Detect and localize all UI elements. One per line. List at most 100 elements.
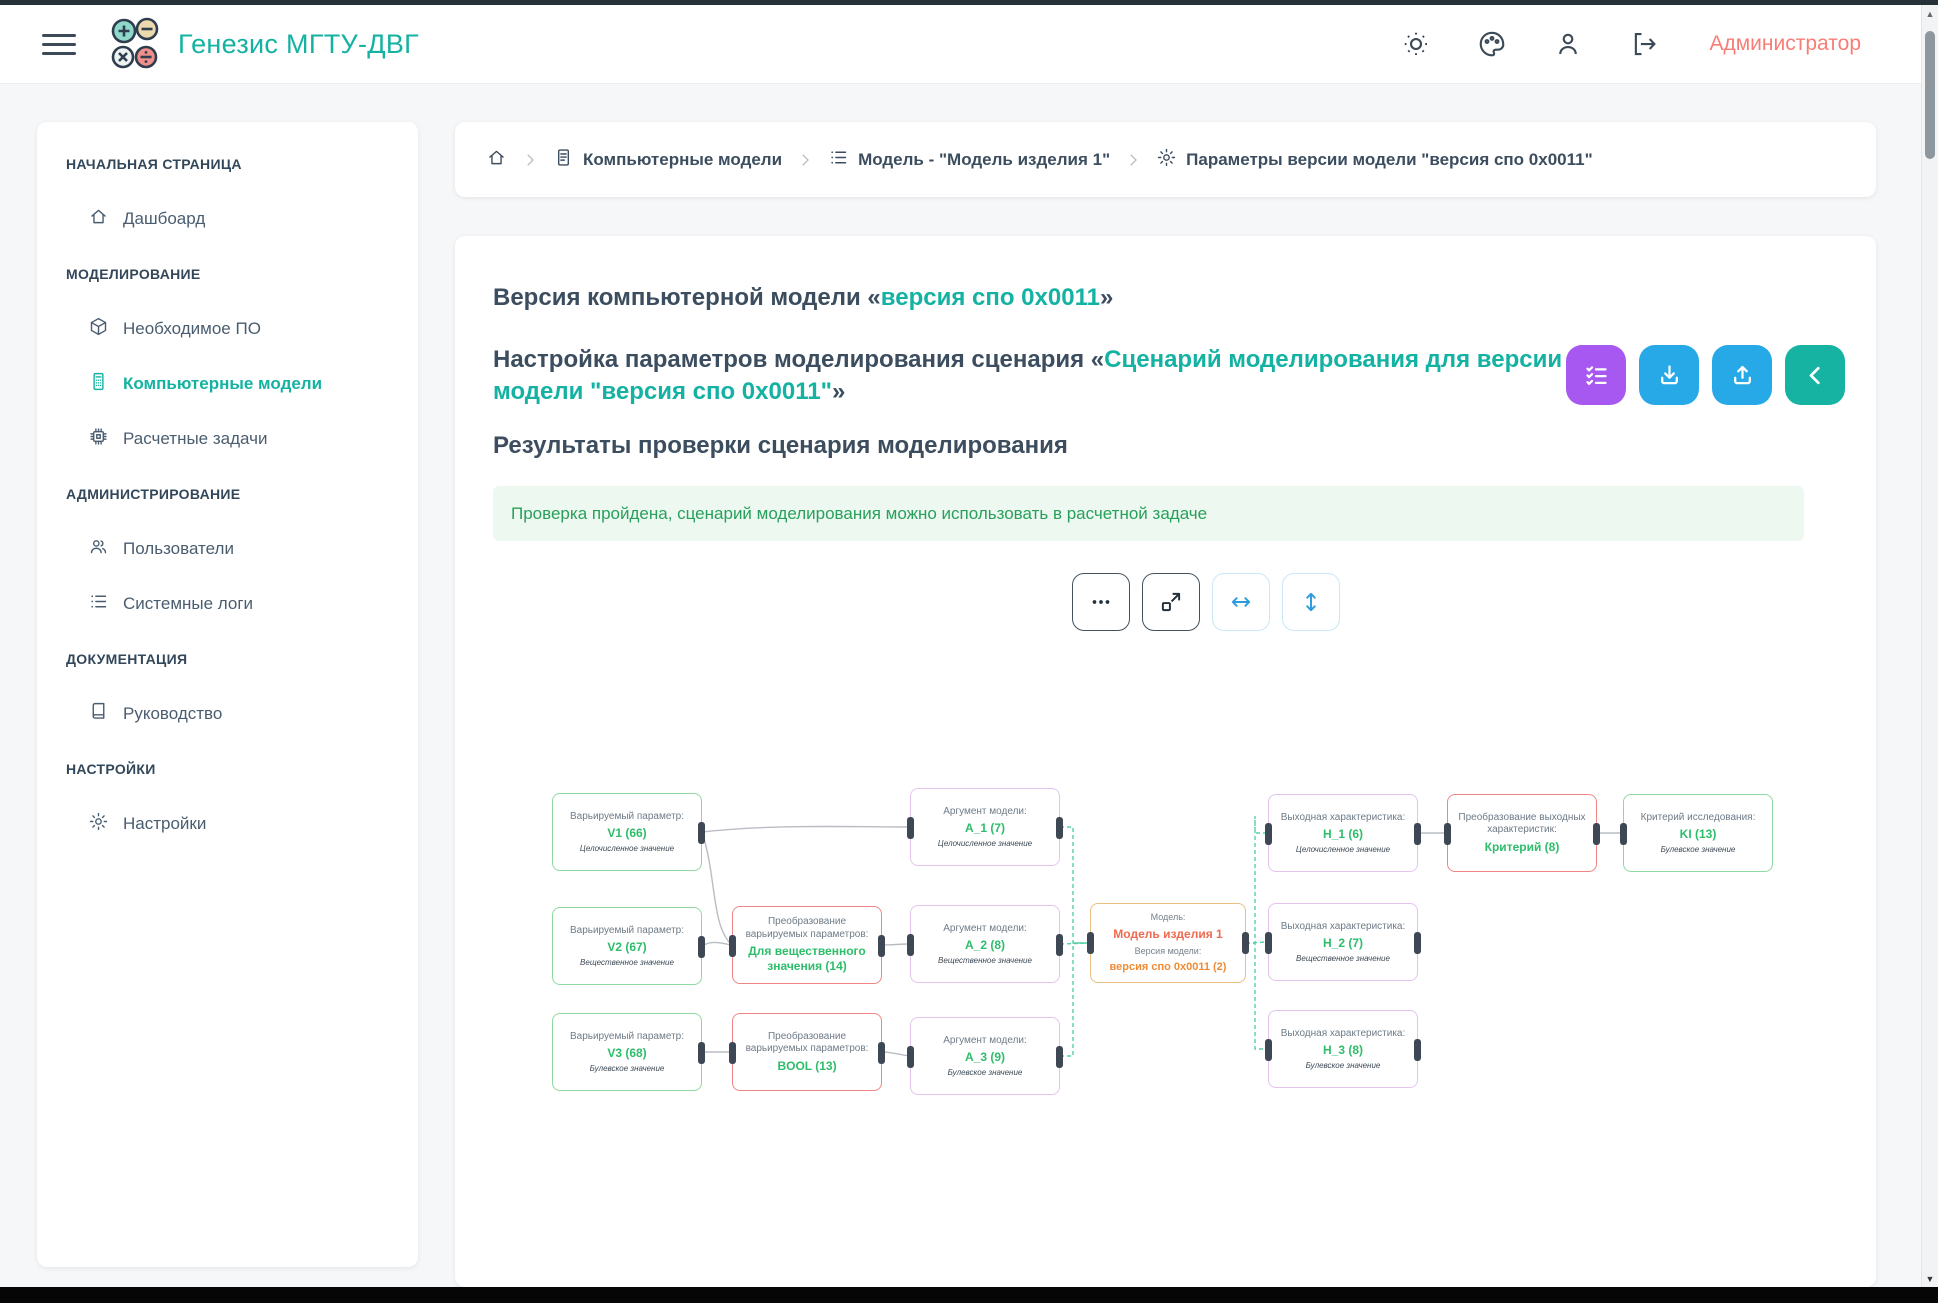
output-handle[interactable] — [698, 936, 705, 958]
output-handle[interactable] — [1242, 932, 1249, 954]
diagram-node-t1[interactable]: Преобразование варьируемых параметров: Дл… — [729, 906, 885, 984]
edge-t1-a2 — [881, 943, 911, 946]
output-handle[interactable] — [878, 1042, 885, 1064]
node-title: Преобразование выходных характеристик: — [1458, 811, 1586, 836]
scrollbar-thumb[interactable] — [1925, 31, 1935, 159]
edge-v1-t1 — [701, 831, 733, 946]
scroll-up-arrow[interactable]: ▲ — [1922, 5, 1938, 22]
list-icon — [828, 147, 849, 173]
diagram-node-v1[interactable]: Варьируемый параметр: V1 (66) Целочисленно… — [552, 793, 705, 871]
node-subtitle: Целочисленное значение — [937, 839, 1033, 849]
palette-icon[interactable] — [1475, 27, 1509, 61]
home-icon — [88, 206, 109, 232]
expand-fullscreen-button[interactable] — [1142, 573, 1200, 631]
sidebar-item-home[interactable]: Дашбоард — [37, 191, 418, 246]
node-subtitle: Вещественное значение — [938, 956, 1032, 966]
more-options-button[interactable] — [1072, 573, 1130, 631]
node-title: Аргумент модели: — [943, 1034, 1027, 1046]
app-title: Генезис МГТУ-ДВГ — [178, 28, 420, 59]
output-handle[interactable] — [1056, 934, 1063, 956]
diagram-node-a1[interactable]: Аргумент модели: A_1 (7) Целочисленное зна… — [907, 788, 1063, 866]
breadcrumb-separator — [521, 151, 539, 169]
scroll-down-arrow[interactable]: ▼ — [1922, 1270, 1938, 1287]
sidebar-item-label: Руководство — [123, 703, 223, 723]
node-title: Варьируемый параметр: — [569, 924, 685, 936]
output-handle[interactable] — [1593, 823, 1600, 845]
node-title: Выходная характеристика: — [1280, 1027, 1406, 1039]
diagram-node-kr[interactable]: Преобразование выходных характеристик: Кр… — [1444, 794, 1600, 872]
sidebar-nav: НАЧАЛЬНАЯ СТРАНИЦА Дашбоард МОДЕЛИРОВАНИЕ Н… — [37, 136, 418, 851]
output-handle[interactable] — [1056, 1046, 1063, 1068]
input-handle[interactable] — [907, 934, 914, 956]
input-handle[interactable] — [1265, 823, 1272, 845]
breadcrumb-label: Параметры версии модели "версия спо 0x00… — [1186, 149, 1593, 169]
sidebar-item-label: Компьютерные модели — [123, 373, 323, 393]
output-handle[interactable] — [1414, 1039, 1421, 1061]
sidebar-item-label: Пользователи — [123, 538, 234, 558]
sidebar-section-label: АДМИНИСТРИРОВАНИЕ — [66, 485, 241, 502]
output-handle[interactable] — [698, 1042, 705, 1064]
diagram-node-v3[interactable]: Варьируемый параметр: V3 (68) Булевское зн… — [552, 1013, 705, 1091]
edge-v2-t1 — [701, 941, 733, 947]
fit-vertical-button[interactable] — [1282, 573, 1340, 631]
input-handle[interactable] — [1444, 823, 1451, 845]
node-subtitle: Булевское значение — [947, 1068, 1023, 1078]
input-handle[interactable] — [729, 935, 736, 957]
diagram-node-ki[interactable]: Критерий исследования: KI (13) Булевское з… — [1620, 794, 1773, 872]
sidebar-item-cpu[interactable]: Расчетные задачи — [37, 411, 418, 466]
menu-toggle-button[interactable] — [42, 29, 78, 59]
breadcrumb-item-list[interactable]: Модель - "Модель изделия 1" — [828, 147, 1110, 173]
diagram-node-a2[interactable]: Аргумент модели: A_2 (8) Вещественное знач… — [907, 905, 1063, 983]
download-button[interactable] — [1639, 345, 1699, 405]
diagram-node-model[interactable]: Модель: Модель изделия 1 Версия модели: вер… — [1087, 903, 1249, 983]
scenario-list-button[interactable] — [1566, 345, 1626, 405]
node-subtitle: Булевское значение — [589, 1064, 665, 1074]
list-icon — [88, 591, 109, 617]
input-handle[interactable] — [729, 1042, 736, 1064]
sidebar-item-users[interactable]: Пользователи — [37, 521, 418, 576]
output-handle[interactable] — [1056, 817, 1063, 839]
input-handle[interactable] — [1087, 932, 1094, 954]
page-scrollbar[interactable]: ▲ ▼ — [1921, 5, 1938, 1287]
diagram-node-h1[interactable]: Выходная характеристика: H_1 (6) Целочисле… — [1265, 794, 1421, 872]
diagram-node-h3[interactable]: Выходная характеристика: H_3 (8) Булевское… — [1265, 1010, 1421, 1088]
sidebar-item-gear[interactable]: Настройки — [37, 796, 418, 851]
node-subtitle: Вещественное значение — [1296, 954, 1390, 964]
node-subtitle: Целочисленное значение — [579, 844, 675, 854]
sidebar-item-calculator[interactable]: Компьютерные модели — [37, 356, 418, 411]
gear-icon — [1156, 147, 1177, 173]
output-handle[interactable] — [1414, 823, 1421, 845]
diagram-node-t2[interactable]: Преобразование варьируемых параметров: BO… — [729, 1013, 885, 1091]
sidebar-item-list[interactable]: Системные логи — [37, 576, 418, 631]
profile-icon[interactable] — [1551, 27, 1585, 61]
sidebar: НАЧАЛЬНАЯ СТРАНИЦА Дашбоард МОДЕЛИРОВАНИЕ Н… — [37, 122, 418, 1267]
input-handle[interactable] — [1265, 932, 1272, 954]
node-value: BOOL (13) — [777, 1058, 837, 1073]
breadcrumb-item-document[interactable]: Компьютерные модели — [553, 147, 782, 173]
diagram-node-h2[interactable]: Выходная характеристика: H_2 (7) Веществен… — [1265, 903, 1421, 981]
diagram-node-v2[interactable]: Варьируемый параметр: V2 (67) Вещественное… — [552, 907, 705, 985]
output-handle[interactable] — [698, 822, 705, 844]
fit-horizontal-button[interactable] — [1212, 573, 1270, 631]
output-handle[interactable] — [1414, 932, 1421, 954]
sidebar-item-package[interactable]: Необходимое ПО — [37, 301, 418, 356]
brightness-icon[interactable] — [1399, 27, 1433, 61]
logout-icon[interactable] — [1627, 27, 1661, 61]
browser-top-strip — [0, 0, 1938, 5]
upload-button[interactable] — [1712, 345, 1772, 405]
collapse-panel-button[interactable] — [1785, 345, 1845, 405]
node-value: KI (13) — [1679, 827, 1717, 842]
input-handle[interactable] — [907, 817, 914, 839]
input-handle[interactable] — [1620, 823, 1627, 845]
input-handle[interactable] — [1265, 1039, 1272, 1061]
app-header: Генезис МГТУ-ДВГ Администратор — [0, 5, 1921, 84]
output-handle[interactable] — [878, 935, 885, 957]
edge-t2-a3 — [881, 1051, 911, 1057]
sidebar-item-book[interactable]: Руководство — [37, 686, 418, 741]
diagram-node-a3[interactable]: Аргумент модели: A_3 (9) Булевское значени… — [907, 1017, 1063, 1095]
breadcrumb-item-gear[interactable]: Параметры версии модели "версия спо 0x00… — [1156, 147, 1593, 173]
node-subtitle: Целочисленное значение — [1295, 845, 1391, 855]
calculator-icon — [88, 371, 109, 397]
input-handle[interactable] — [907, 1046, 914, 1068]
breadcrumb-item-home[interactable] — [486, 147, 507, 173]
